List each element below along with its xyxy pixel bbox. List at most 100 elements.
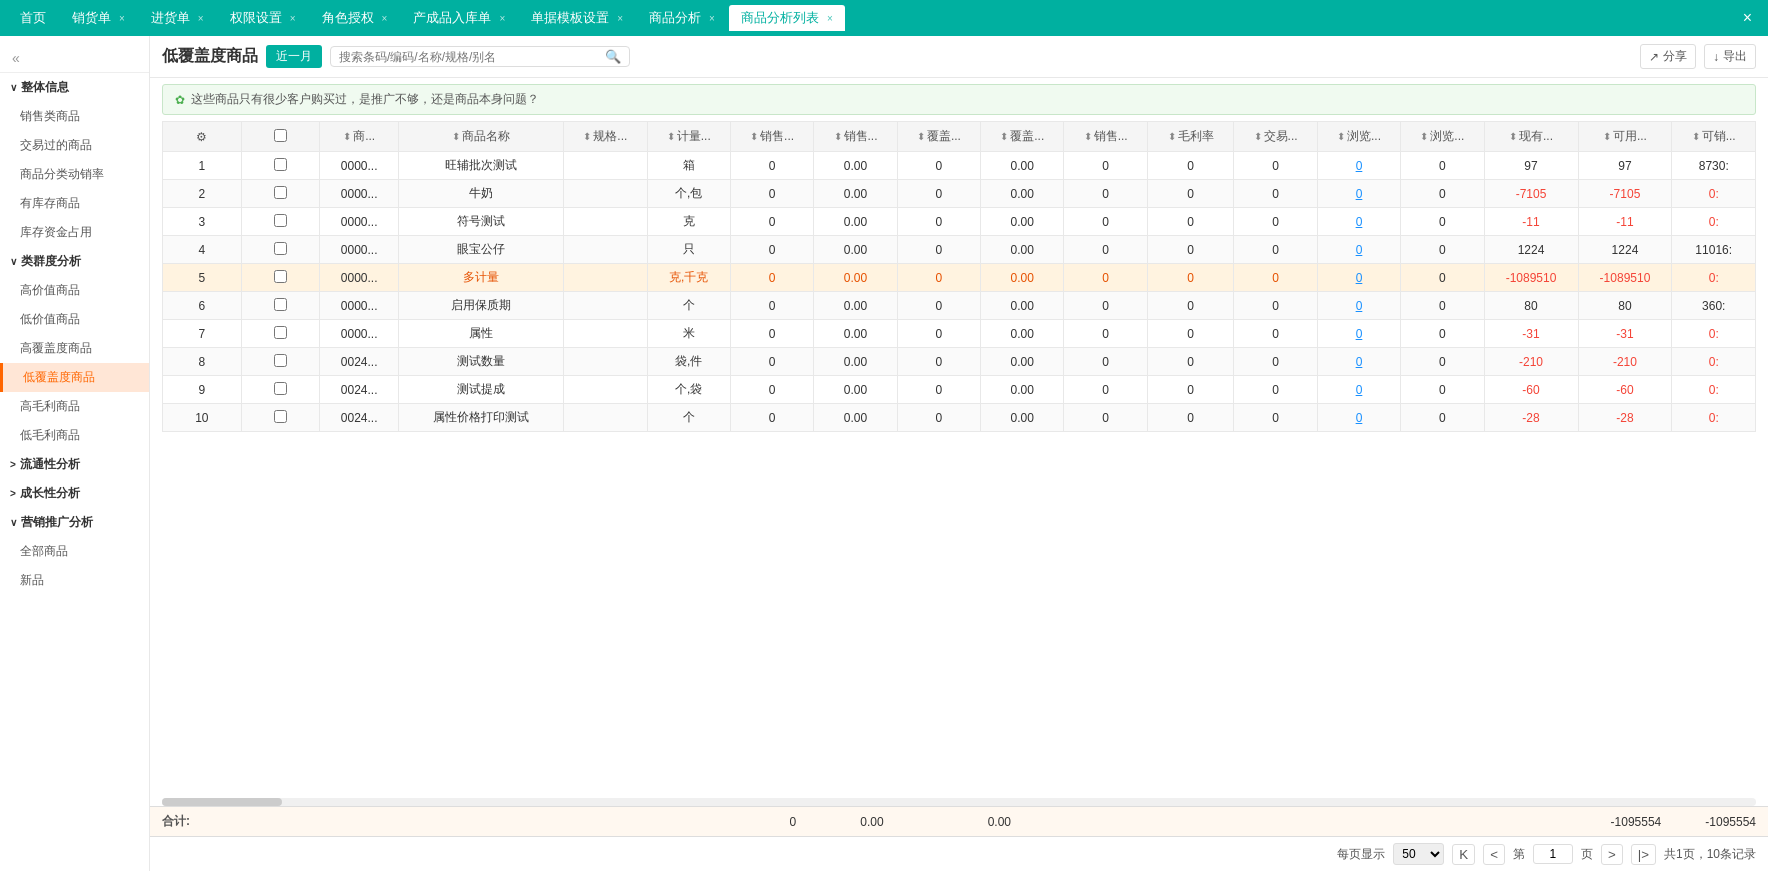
sidebar-item-高毛利商品[interactable]: 高毛利商品 <box>0 392 149 421</box>
row-browse1[interactable]: 0 <box>1317 236 1400 264</box>
row-browse1[interactable]: 0 <box>1317 404 1400 432</box>
sidebar-group-营销推广分析[interactable]: ∨营销推广分析 <box>0 508 149 537</box>
nav-item-权限设置[interactable]: 权限设置× <box>218 5 308 31</box>
sidebar-item-高价值商品[interactable]: 高价值商品 <box>0 276 149 305</box>
browse-link[interactable]: 0 <box>1356 187 1363 201</box>
browse-link[interactable]: 0 <box>1356 271 1363 285</box>
row-checkbox[interactable] <box>241 152 320 180</box>
browse-link[interactable]: 0 <box>1356 243 1363 257</box>
nav-item-进货单[interactable]: 进货单× <box>139 5 216 31</box>
col-header-cover1[interactable]: ⬍覆盖... <box>897 122 980 152</box>
export-icon: ↓ <box>1713 50 1719 64</box>
row-checkbox[interactable] <box>241 292 320 320</box>
sidebar-item-全部商品[interactable]: 全部商品 <box>0 537 149 566</box>
row-checkbox[interactable] <box>241 264 320 292</box>
col-header-cover2[interactable]: ⬍覆盖... <box>981 122 1064 152</box>
nav-item-首页[interactable]: 首页 <box>8 5 58 31</box>
sidebar-item-有库存商品[interactable]: 有库存商品 <box>0 189 149 218</box>
row-browse1[interactable]: 0 <box>1317 376 1400 404</box>
window-close-button[interactable]: × <box>1735 5 1760 31</box>
prev-page-button[interactable]: < <box>1483 844 1505 865</box>
row-checkbox[interactable] <box>241 376 320 404</box>
browse-link[interactable]: 0 <box>1356 327 1363 341</box>
row-browse1[interactable]: 0 <box>1317 348 1400 376</box>
sidebar-item-交易过的商品[interactable]: 交易过的商品 <box>0 131 149 160</box>
per-page-select[interactable]: 2050100200 <box>1393 843 1444 865</box>
sidebar-item-低覆盖度商品[interactable]: 低覆盖度商品 <box>0 363 149 392</box>
row-browse1[interactable]: 0 <box>1317 208 1400 236</box>
sidebar-item-库存资金占用[interactable]: 库存资金占用 <box>0 218 149 247</box>
row-checkbox[interactable] <box>241 404 320 432</box>
row-checkbox[interactable] <box>241 180 320 208</box>
sidebar-item-新品[interactable]: 新品 <box>0 566 149 595</box>
nav-item-close-icon[interactable]: × <box>382 13 388 24</box>
sidebar-collapse-button[interactable]: « <box>8 48 24 68</box>
col-header-current[interactable]: ⬍现有... <box>1484 122 1578 152</box>
col-header-unit[interactable]: ⬍计量... <box>647 122 730 152</box>
row-cover2: 0.00 <box>981 376 1064 404</box>
nav-item-角色授权[interactable]: 角色授权× <box>310 5 400 31</box>
row-browse1[interactable]: 0 <box>1317 264 1400 292</box>
sidebar-group-成长性分析[interactable]: >成长性分析 <box>0 479 149 508</box>
settings-icon[interactable]: ⚙ <box>163 122 242 152</box>
row-checkbox[interactable] <box>241 236 320 264</box>
nav-item-销货单[interactable]: 销货单× <box>60 5 137 31</box>
browse-link[interactable]: 0 <box>1356 383 1363 397</box>
col-header-name[interactable]: ⬍商品名称 <box>398 122 563 152</box>
browse-link[interactable]: 0 <box>1356 355 1363 369</box>
col-header-gross[interactable]: ⬍毛利率 <box>1147 122 1234 152</box>
nav-item-close-icon[interactable]: × <box>290 13 296 24</box>
export-button[interactable]: ↓ 导出 <box>1704 44 1756 69</box>
col-header-available[interactable]: ⬍可用... <box>1578 122 1672 152</box>
browse-link[interactable]: 0 <box>1356 411 1363 425</box>
col-header-browse2[interactable]: ⬍浏览... <box>1401 122 1484 152</box>
horizontal-scrollbar[interactable] <box>162 798 1756 806</box>
row-checkbox[interactable] <box>241 208 320 236</box>
sidebar-item-低价值商品[interactable]: 低价值商品 <box>0 305 149 334</box>
row-browse1[interactable]: 0 <box>1317 320 1400 348</box>
browse-link[interactable]: 0 <box>1356 299 1363 313</box>
browse-link[interactable]: 0 <box>1356 215 1363 229</box>
nav-item-close-icon[interactable]: × <box>119 13 125 24</box>
page-input[interactable] <box>1533 844 1573 864</box>
row-browse1[interactable]: 0 <box>1317 180 1400 208</box>
sidebar-group-类群度分析[interactable]: ∨类群度分析 <box>0 247 149 276</box>
nav-item-商品分析[interactable]: 商品分析× <box>637 5 727 31</box>
sidebar-group-整体信息[interactable]: ∨整体信息 <box>0 73 149 102</box>
nav-item-close-icon[interactable]: × <box>709 13 715 24</box>
next-page-button[interactable]: > <box>1601 844 1623 865</box>
nav-item-close-icon[interactable]: × <box>499 13 505 24</box>
share-button[interactable]: ↗ 分享 <box>1640 44 1696 69</box>
select-all-checkbox[interactable] <box>241 122 320 152</box>
sidebar-item-低毛利商品[interactable]: 低毛利商品 <box>0 421 149 450</box>
last-page-button[interactable]: |> <box>1631 844 1656 865</box>
row-gross: 0 <box>1147 348 1234 376</box>
scrollbar-thumb[interactable] <box>162 798 282 806</box>
col-header-browse1[interactable]: ⬍浏览... <box>1317 122 1400 152</box>
row-checkbox[interactable] <box>241 348 320 376</box>
search-input[interactable] <box>339 50 605 64</box>
time-filter-button[interactable]: 近一月 <box>266 45 322 68</box>
col-header-spec[interactable]: ⬍规格... <box>564 122 647 152</box>
col-header-sales_amt[interactable]: ⬍销售... <box>814 122 897 152</box>
sidebar-group-流通性分析[interactable]: >流通性分析 <box>0 450 149 479</box>
nav-item-单据模板设置[interactable]: 单据模板设置× <box>519 5 635 31</box>
nav-item-close-icon[interactable]: × <box>198 13 204 24</box>
row-browse1[interactable]: 0 <box>1317 152 1400 180</box>
sidebar-item-销售类商品[interactable]: 销售类商品 <box>0 102 149 131</box>
col-header-sales_qty[interactable]: ⬍销售... <box>730 122 813 152</box>
col-header-sales3[interactable]: ⬍销售... <box>1064 122 1147 152</box>
col-header-saleable[interactable]: ⬍可销... <box>1672 122 1756 152</box>
browse-link[interactable]: 0 <box>1356 159 1363 173</box>
nav-item-产成品入库单[interactable]: 产成品入库单× <box>401 5 517 31</box>
row-checkbox[interactable] <box>241 320 320 348</box>
sidebar-item-商品分类动销率[interactable]: 商品分类动销率 <box>0 160 149 189</box>
nav-item-close-icon[interactable]: × <box>617 13 623 24</box>
col-header-trans[interactable]: ⬍交易... <box>1234 122 1317 152</box>
sidebar-item-高覆盖度商品[interactable]: 高覆盖度商品 <box>0 334 149 363</box>
col-header-code[interactable]: ⬍商... <box>320 122 399 152</box>
nav-item-close-icon[interactable]: × <box>827 13 833 24</box>
nav-item-商品分析列表[interactable]: 商品分析列表× <box>729 5 845 31</box>
row-browse1[interactable]: 0 <box>1317 292 1400 320</box>
first-page-button[interactable]: K <box>1452 844 1475 865</box>
